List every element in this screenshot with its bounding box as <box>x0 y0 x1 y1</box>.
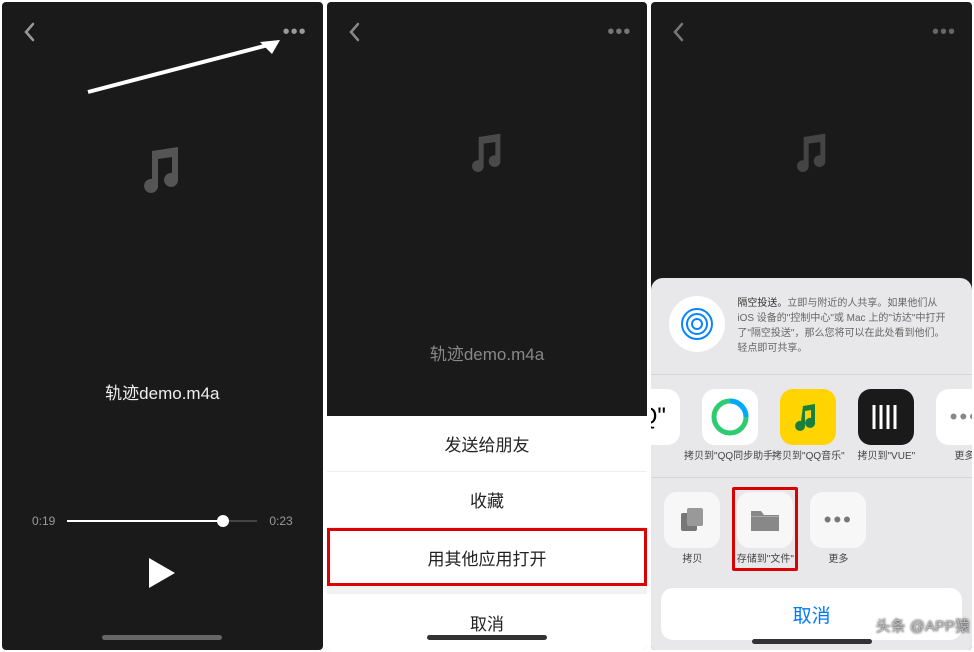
folder-icon <box>737 492 793 548</box>
current-time: 0:19 <box>32 514 55 528</box>
back-button[interactable] <box>18 21 40 43</box>
send-to-friend-button[interactable]: 发送给朋友 <box>327 416 648 472</box>
action-sheet: 发送给朋友 收藏 用其他应用打开 取消 <box>327 416 648 650</box>
app-more[interactable]: ••• 更多 <box>931 389 972 463</box>
home-indicator[interactable] <box>427 635 547 640</box>
music-note-icon <box>127 134 197 204</box>
app-share-row: Q" 拷贝到"QQ同步助手" 拷贝到"QQ音乐" 拷贝到"VUE" <box>651 375 972 478</box>
app-qq-sync[interactable]: 拷贝到"QQ同步助手" <box>697 389 763 463</box>
more-button[interactable]: ••• <box>932 20 956 44</box>
airdrop-icon <box>669 296 725 352</box>
screen-3-share-sheet: ••• 隔空投送。立即与附近的人共享。如果他们从 iOS 设备的"控制中心"或 … <box>651 2 972 650</box>
app-vue[interactable]: 拷贝到"VUE" <box>853 389 919 463</box>
airdrop-section[interactable]: 隔空投送。立即与附近的人共享。如果他们从 iOS 设备的"控制中心"或 Mac … <box>651 292 972 375</box>
music-preview-area <box>651 54 972 180</box>
open-with-other-app-button[interactable]: 用其他应用打开 <box>327 528 648 586</box>
copy-icon <box>664 492 720 548</box>
action-save-to-files[interactable]: 存储到"文件" <box>732 487 798 571</box>
more-button[interactable]: ••• <box>607 20 631 44</box>
filename-label: 轨迹demo.m4a <box>105 379 219 404</box>
back-button[interactable] <box>343 21 365 43</box>
screen-2-action-sheet: ••• 轨迹demo.m4a 发送给朋友 收藏 用其他应用打开 取消 <box>327 2 648 650</box>
header: ••• <box>651 2 972 54</box>
action-more[interactable]: ••• 更多 <box>805 492 871 566</box>
screen-1-player: ••• 轨迹demo.m4a 0:19 0:23 <box>2 2 323 650</box>
header: ••• <box>2 2 323 54</box>
action-row: 拷贝 存储到"文件" ••• 更多 <box>651 478 972 580</box>
audio-player: 0:19 0:23 <box>2 514 323 590</box>
progress-slider[interactable] <box>67 520 257 522</box>
more-button[interactable]: ••• <box>283 20 307 44</box>
music-preview-area: 轨迹demo.m4a <box>2 54 323 404</box>
cancel-button[interactable]: 取消 <box>661 588 962 640</box>
app-qq-music[interactable]: 拷贝到"QQ音乐" <box>775 389 841 463</box>
music-note-icon <box>784 124 840 180</box>
music-preview-area: 轨迹demo.m4a <box>327 54 648 365</box>
more-icon: ••• <box>810 492 866 548</box>
filename-label: 轨迹demo.m4a <box>430 340 544 365</box>
back-button[interactable] <box>667 21 689 43</box>
home-indicator[interactable] <box>752 639 872 644</box>
favorite-button[interactable]: 收藏 <box>327 472 648 528</box>
music-note-icon <box>459 124 515 180</box>
action-copy[interactable]: 拷贝 <box>659 492 725 566</box>
total-time: 0:23 <box>269 514 292 528</box>
progress-row: 0:19 0:23 <box>32 514 293 528</box>
ios-share-sheet: 隔空投送。立即与附近的人共享。如果他们从 iOS 设备的"控制中心"或 Mac … <box>651 278 972 650</box>
home-indicator[interactable] <box>102 635 222 640</box>
cancel-button[interactable]: 取消 <box>327 586 648 650</box>
play-button[interactable] <box>32 556 293 590</box>
header: ••• <box>327 2 648 54</box>
airdrop-description: 隔空投送。立即与附近的人共享。如果他们从 iOS 设备的"控制中心"或 Mac … <box>737 296 954 356</box>
app-item-partial[interactable]: Q" <box>651 389 685 463</box>
